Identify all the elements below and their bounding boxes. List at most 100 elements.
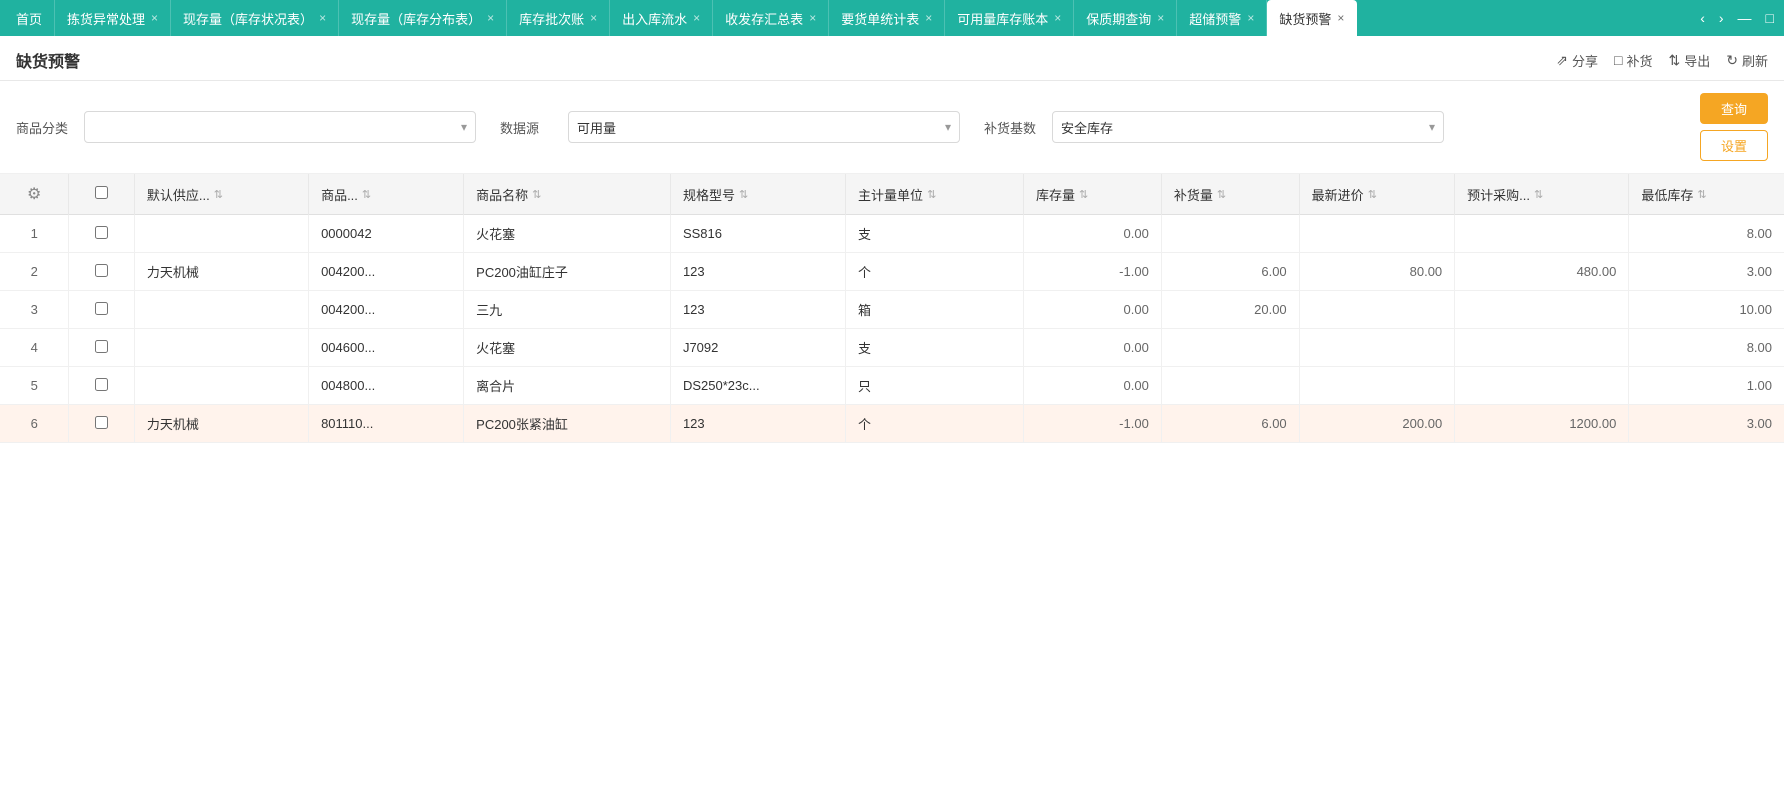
- code-sort-icon: ⇅: [362, 188, 371, 201]
- col-header-stock[interactable]: 库存量 ⇅: [1023, 174, 1161, 215]
- row-checkbox-1[interactable]: [95, 226, 108, 239]
- col-header-spec[interactable]: 规格型号 ⇅: [670, 174, 845, 215]
- tab-inventory-status[interactable]: 现存量（库存状况表） ×: [171, 0, 339, 36]
- tab-inout-flow[interactable]: 出入库流水 ×: [610, 0, 713, 36]
- share-icon: ⇗: [1556, 52, 1568, 69]
- tab-next-button[interactable]: ›: [1713, 6, 1730, 30]
- col-header-check[interactable]: [69, 174, 134, 215]
- row-seq-3: 3: [0, 291, 69, 329]
- refresh-button[interactable]: ↻ 刷新: [1726, 51, 1768, 70]
- row-checkbox-2[interactable]: [95, 264, 108, 277]
- row-check-6[interactable]: [69, 405, 134, 443]
- tab-inout-close[interactable]: ×: [693, 11, 700, 25]
- stock-sort-icon: ⇅: [1079, 188, 1088, 201]
- page-title: 缺货预警: [16, 48, 80, 72]
- tab-demand-close[interactable]: ×: [925, 11, 932, 25]
- row-checkbox-6[interactable]: [95, 416, 108, 429]
- tab-recv-summary[interactable]: 收发存汇总表 ×: [713, 0, 829, 36]
- tab-overstock-warning[interactable]: 超储预警 ×: [1177, 0, 1267, 36]
- table-header-row: ⚙ 默认供应... ⇅ 商品... ⇅: [0, 174, 1784, 215]
- col-header-supplier[interactable]: 默认供应... ⇅: [134, 174, 308, 215]
- row-checkbox-5[interactable]: [95, 378, 108, 391]
- tab-shortage-warning[interactable]: 缺货预警 ×: [1267, 0, 1357, 36]
- col-header-name[interactable]: 商品名称 ⇅: [464, 174, 671, 215]
- tab-expiry-close[interactable]: ×: [1157, 11, 1164, 25]
- tab-abnormal[interactable]: 拣货异常处理 ×: [55, 0, 171, 36]
- replenish-base-select[interactable]: 安全库存 ▾: [1052, 111, 1444, 143]
- tab-inventory-dist-close[interactable]: ×: [487, 11, 494, 25]
- row-replenish-2: 6.00: [1161, 253, 1299, 291]
- row-seq-5: 5: [0, 367, 69, 405]
- replenish-base-value: 安全库存: [1061, 118, 1113, 137]
- col-header-settings[interactable]: ⚙: [0, 174, 69, 215]
- tab-abnormal-close[interactable]: ×: [151, 11, 158, 25]
- col-header-replenish[interactable]: 补货量 ⇅: [1161, 174, 1299, 215]
- row-code-4: 004600...: [309, 329, 464, 367]
- row-spec-5: DS250*23c...: [670, 367, 845, 405]
- row-check-4[interactable]: [69, 329, 134, 367]
- row-unit-4: 支: [846, 329, 1024, 367]
- row-check-3[interactable]: [69, 291, 134, 329]
- share-button[interactable]: ⇗ 分享: [1556, 51, 1598, 70]
- table-row: 3 004200... 三九 123 箱 0.00 20.00 10.00: [0, 291, 1784, 329]
- category-select[interactable]: ▾: [84, 111, 476, 143]
- col-header-minstock[interactable]: 最低库存 ⇅: [1629, 174, 1784, 215]
- window-minimize-button[interactable]: —: [1732, 6, 1758, 30]
- export-button[interactable]: ⇅ 导出: [1669, 51, 1711, 70]
- table-row: 2 力天机械 004200... PC200油缸庄子 123 个 -1.00 6…: [0, 253, 1784, 291]
- row-check-2[interactable]: [69, 253, 134, 291]
- tab-batch-account[interactable]: 库存批次账 ×: [507, 0, 610, 36]
- tab-bar: 首页 拣货异常处理 × 现存量（库存状况表） × 现存量（库存分布表） × 库存…: [0, 0, 1784, 36]
- row-stock-6: -1.00: [1023, 405, 1161, 443]
- row-stock-4: 0.00: [1023, 329, 1161, 367]
- tab-shortage-close[interactable]: ×: [1337, 11, 1344, 25]
- tab-available-ledger[interactable]: 可用量库存账本 ×: [945, 0, 1074, 36]
- row-name-6: PC200张紧油缸: [464, 405, 671, 443]
- window-maximize-button[interactable]: □: [1760, 6, 1780, 30]
- tab-inventory-status-close[interactable]: ×: [319, 11, 326, 25]
- filter-actions: 查询 设置: [1700, 93, 1768, 161]
- tab-home[interactable]: 首页: [4, 0, 55, 36]
- tab-ledger-close[interactable]: ×: [1054, 11, 1061, 25]
- row-purchase-5: [1455, 367, 1629, 405]
- row-checkbox-4[interactable]: [95, 340, 108, 353]
- row-seq-1: 1: [0, 215, 69, 253]
- col-header-price[interactable]: 最新进价 ⇅: [1299, 174, 1455, 215]
- table-body: 1 0000042 火花塞 SS816 支 0.00 8.00 2 力天机械 0…: [0, 215, 1784, 443]
- row-unit-1: 支: [846, 215, 1024, 253]
- row-price-2: 80.00: [1299, 253, 1455, 291]
- replenish-button[interactable]: □ 补货: [1614, 51, 1652, 70]
- table-row: 6 力天机械 801110... PC200张紧油缸 123 个 -1.00 6…: [0, 405, 1784, 443]
- row-check-1[interactable]: [69, 215, 134, 253]
- col-header-unit[interactable]: 主计量单位 ⇅: [846, 174, 1024, 215]
- query-button[interactable]: 查询: [1700, 93, 1768, 124]
- tab-recv-close[interactable]: ×: [809, 11, 816, 25]
- datasource-select[interactable]: 可用量 ▾: [568, 111, 960, 143]
- row-spec-3: 123: [670, 291, 845, 329]
- col-header-purchase[interactable]: 预计采购... ⇅: [1455, 174, 1629, 215]
- tab-prev-button[interactable]: ‹: [1694, 6, 1711, 30]
- row-supplier-3: [134, 291, 308, 329]
- tab-batch-close[interactable]: ×: [590, 11, 597, 25]
- filter-row: 商品分类 ▾ 数据源 可用量 ▾ 补货基数 安全库存 ▾ 查询 设置: [0, 81, 1784, 174]
- table-container: ⚙ 默认供应... ⇅ 商品... ⇅: [0, 174, 1784, 443]
- tab-overstock-close[interactable]: ×: [1247, 11, 1254, 25]
- col-header-code[interactable]: 商品... ⇅: [309, 174, 464, 215]
- datasource-filter-label: 数据源: [500, 118, 560, 137]
- row-purchase-3: [1455, 291, 1629, 329]
- row-checkbox-3[interactable]: [95, 302, 108, 315]
- row-stock-5: 0.00: [1023, 367, 1161, 405]
- tab-inventory-dist[interactable]: 现存量（库存分布表） ×: [339, 0, 507, 36]
- row-code-1: 0000042: [309, 215, 464, 253]
- settings-button[interactable]: 设置: [1700, 130, 1768, 161]
- row-price-6: 200.00: [1299, 405, 1455, 443]
- row-unit-2: 个: [846, 253, 1024, 291]
- tab-demand-stats[interactable]: 要货单统计表 ×: [829, 0, 945, 36]
- replenish-base-arrow: ▾: [1429, 120, 1435, 134]
- export-icon: ⇅: [1669, 52, 1681, 69]
- select-all-checkbox[interactable]: [95, 186, 108, 199]
- tab-expiry-query[interactable]: 保质期查询 ×: [1074, 0, 1177, 36]
- table-settings-icon[interactable]: ⚙: [27, 186, 41, 203]
- row-check-5[interactable]: [69, 367, 134, 405]
- tab-nav-buttons: ‹ › — □: [1694, 6, 1780, 30]
